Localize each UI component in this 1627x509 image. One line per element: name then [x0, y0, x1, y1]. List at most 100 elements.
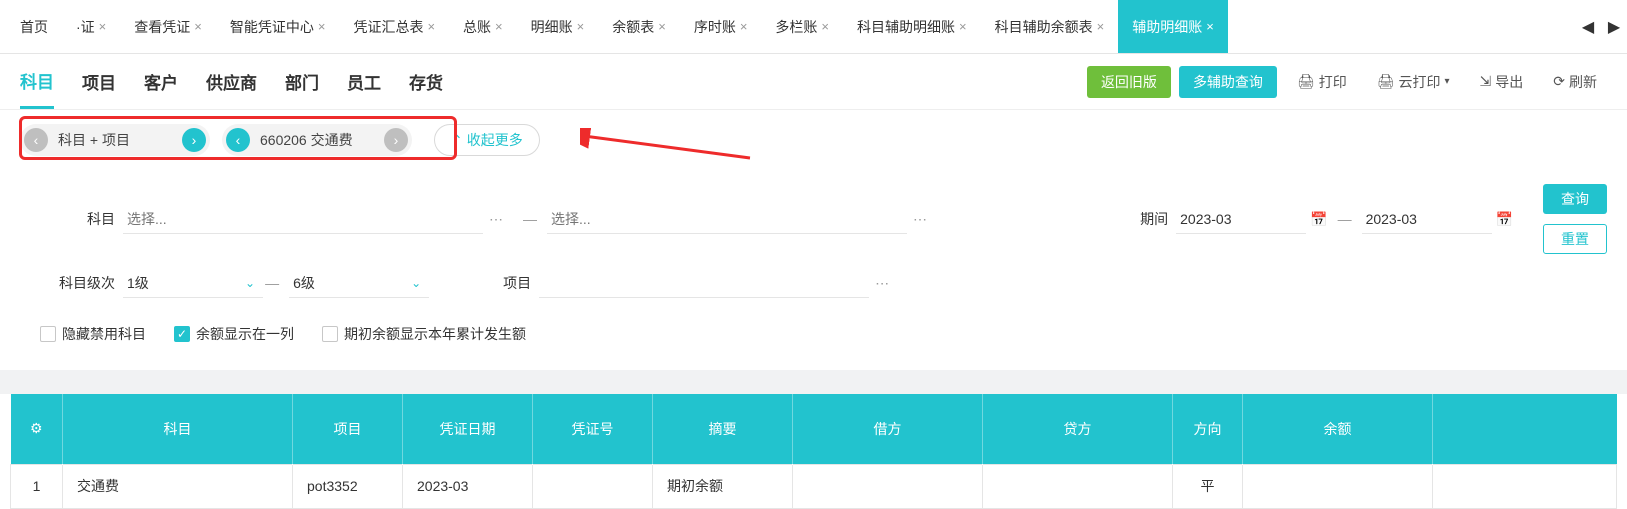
export-icon: ⇲: [1480, 73, 1492, 90]
close-icon[interactable]: ×: [99, 19, 107, 34]
tab-strip: 首页 ·证× 查看凭证× 智能凭证中心× 凭证汇总表× 总账× 明细账× 余额表…: [0, 0, 1627, 54]
level-to-select[interactable]: [289, 268, 429, 298]
calendar-icon[interactable]: 📅: [1496, 211, 1513, 228]
period-from-input[interactable]: [1176, 204, 1306, 234]
close-icon[interactable]: ×: [577, 19, 585, 34]
return-old-button[interactable]: 返回旧版: [1087, 66, 1171, 98]
project-input[interactable]: [539, 268, 869, 298]
pill-row: ‹ 科目 + 项目 › ‹ 660206 交通费 › ⌃ 收起更多: [0, 110, 1627, 166]
cat-project[interactable]: 项目: [82, 54, 116, 109]
gear-header[interactable]: ⚙: [11, 394, 63, 464]
close-icon[interactable]: ×: [427, 19, 435, 34]
export-button[interactable]: ⇲导出: [1470, 67, 1534, 97]
refresh-icon: ⟳: [1553, 73, 1565, 90]
subject-to-input[interactable]: [547, 204, 907, 234]
tab-voucher-summary[interactable]: 凭证汇总表×: [339, 0, 449, 53]
chevron-down-icon[interactable]: ⌄: [245, 276, 255, 290]
subject-label: 科目: [40, 209, 115, 229]
tab-detail-ledger[interactable]: 明细账×: [517, 0, 599, 53]
tabs-next-icon[interactable]: ▶: [1601, 0, 1627, 54]
cat-customer[interactable]: 客户: [144, 54, 178, 109]
col-summary: 摘要: [653, 394, 793, 464]
range-dash: —: [1338, 211, 1352, 227]
close-icon[interactable]: ×: [959, 19, 967, 34]
printer-icon: 🖨: [1297, 73, 1315, 90]
subject-from-input[interactable]: [123, 204, 483, 234]
multi-aux-query-button[interactable]: 多辅助查询: [1179, 66, 1277, 98]
ellipsis-icon[interactable]: ⋯: [489, 211, 503, 228]
cat-subject[interactable]: 科目: [20, 54, 54, 109]
close-icon[interactable]: ×: [821, 19, 829, 34]
tab-balance[interactable]: 余额表×: [598, 0, 680, 53]
cell-balance: [1243, 464, 1433, 508]
cell-debit: [793, 464, 983, 508]
close-icon[interactable]: ×: [1097, 19, 1105, 34]
reset-button[interactable]: 重置: [1543, 224, 1607, 254]
filter-form: 科目 ⋯ — ⋯ 期间 📅 — 📅 查询 重置 科目级次 ⌄ — ⌄ 项目 ⋯ …: [0, 166, 1627, 370]
combo-pill[interactable]: ‹ 科目 + 项目 ›: [20, 124, 210, 156]
ellipsis-icon[interactable]: ⋯: [913, 211, 927, 228]
level-label: 科目级次: [40, 273, 115, 293]
col-balance: 余额: [1243, 394, 1433, 464]
table-row[interactable]: 1 交通费 pot3352 2023-03 期初余额 平: [11, 464, 1617, 508]
tabs-prev-icon[interactable]: ◀: [1575, 0, 1601, 54]
tab-smart-voucher[interactable]: 智能凭证中心×: [216, 0, 340, 53]
tab-voucher[interactable]: ·证×: [62, 0, 120, 53]
period-to-input[interactable]: [1362, 204, 1492, 234]
table-header-row: ⚙ 科目 项目 凭证日期 凭证号 摘要 借方 贷方 方向 余额: [11, 394, 1617, 464]
range-dash: —: [523, 211, 537, 227]
cat-supplier[interactable]: 供应商: [206, 54, 257, 109]
tab-chronological[interactable]: 序时账×: [680, 0, 762, 53]
cell-summary: 期初余额: [653, 464, 793, 508]
separator-bar: [0, 370, 1627, 394]
tab-multicolumn[interactable]: 多栏账×: [761, 0, 843, 53]
close-icon[interactable]: ×: [658, 19, 666, 34]
chevron-right-icon[interactable]: ›: [384, 128, 408, 152]
balance-one-column-checkbox[interactable]: ✓余额显示在一列: [174, 324, 294, 344]
print-button[interactable]: 🖨打印: [1287, 67, 1357, 97]
cell-date: 2023-03: [403, 464, 533, 508]
col-debit: 借方: [793, 394, 983, 464]
annotation-arrow-icon: [580, 128, 760, 170]
chevron-left-icon[interactable]: ‹: [226, 128, 250, 152]
cell-idx: 1: [11, 464, 63, 508]
col-voucher: 凭证号: [533, 394, 653, 464]
tab-view-voucher[interactable]: 查看凭证×: [120, 0, 216, 53]
opening-year-total-checkbox[interactable]: 期初余额显示本年累计发生额: [322, 324, 526, 344]
close-icon[interactable]: ×: [194, 19, 202, 34]
calendar-icon[interactable]: 📅: [1310, 211, 1327, 228]
tab-general-ledger[interactable]: 总账×: [449, 0, 517, 53]
cat-department[interactable]: 部门: [285, 54, 319, 109]
chevron-left-icon[interactable]: ‹: [24, 128, 48, 152]
tab-subject-aux-balance[interactable]: 科目辅助余额表×: [981, 0, 1119, 53]
account-pill-label: 660206 交通费: [250, 130, 384, 150]
chevron-right-icon[interactable]: ›: [182, 128, 206, 152]
gear-icon[interactable]: ⚙: [30, 420, 43, 436]
ellipsis-icon[interactable]: ⋯: [875, 275, 889, 292]
close-icon[interactable]: ×: [740, 19, 748, 34]
result-table: ⚙ 科目 项目 凭证日期 凭证号 摘要 借方 贷方 方向 余额 1 交通费 po…: [10, 394, 1617, 509]
chevron-down-icon[interactable]: ⌄: [411, 276, 421, 290]
close-icon[interactable]: ×: [1206, 19, 1214, 34]
query-button[interactable]: 查询: [1543, 184, 1607, 214]
col-dir: 方向: [1173, 394, 1243, 464]
level-from-select[interactable]: [123, 268, 263, 298]
close-icon[interactable]: ×: [495, 19, 503, 34]
collapse-more-button[interactable]: ⌃ 收起更多: [434, 124, 540, 156]
cat-employee[interactable]: 员工: [347, 54, 381, 109]
range-dash: —: [265, 275, 279, 291]
tab-subject-aux-detail[interactable]: 科目辅助明细账×: [843, 0, 981, 53]
tab-aux-detail[interactable]: 辅助明细账×: [1118, 0, 1228, 53]
hide-disabled-checkbox[interactable]: 隐藏禁用科目: [40, 324, 146, 344]
cloud-print-icon: 🖨: [1377, 73, 1395, 90]
cloud-print-button[interactable]: 🖨云打印▾: [1367, 67, 1460, 97]
col-credit: 贷方: [983, 394, 1173, 464]
refresh-button[interactable]: ⟳刷新: [1543, 67, 1607, 97]
account-pill[interactable]: ‹ 660206 交通费 ›: [222, 124, 412, 156]
cat-inventory[interactable]: 存货: [409, 54, 443, 109]
col-subject: 科目: [63, 394, 293, 464]
close-icon[interactable]: ×: [318, 19, 326, 34]
cell-dir: 平: [1173, 464, 1243, 508]
chevron-down-icon: ▾: [1445, 76, 1450, 87]
tab-home[interactable]: 首页: [6, 0, 62, 53]
